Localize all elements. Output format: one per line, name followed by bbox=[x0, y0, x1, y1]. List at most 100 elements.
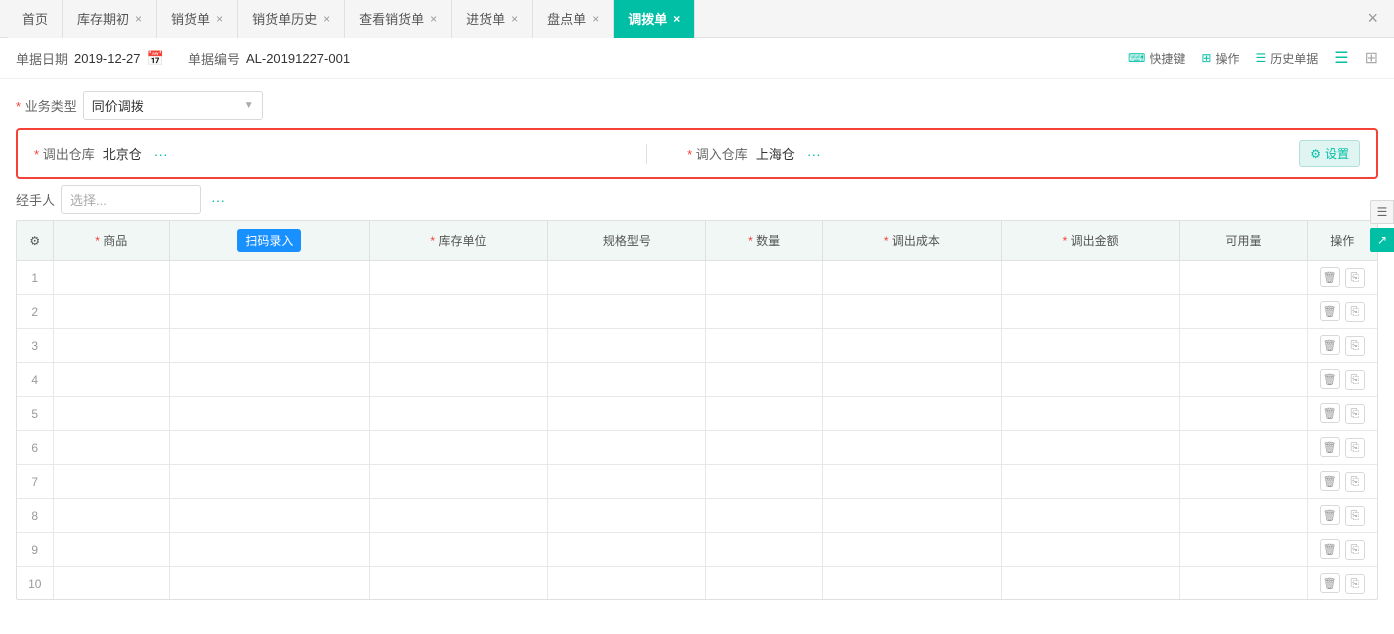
copy-icon-9[interactable]: ⎘ bbox=[1345, 540, 1365, 560]
close-inventory-check[interactable]: × bbox=[592, 12, 599, 26]
handler-more-btn[interactable]: ··· bbox=[211, 192, 225, 208]
layout-btn-list[interactable]: ☰ bbox=[1334, 48, 1348, 68]
tab-inventory-check[interactable]: 盘点单 × bbox=[533, 0, 614, 38]
gear-icon: ⚙ bbox=[1310, 147, 1321, 161]
cell-unit-4 bbox=[369, 363, 548, 397]
copy-icon-4[interactable]: ⎘ bbox=[1345, 370, 1365, 390]
right-panel-export-icon[interactable]: ↗ bbox=[1370, 228, 1394, 252]
tab-sales-history[interactable]: 销货单历史 × bbox=[238, 0, 345, 38]
cell-spec-9 bbox=[548, 533, 706, 567]
warehouse-divider bbox=[646, 144, 647, 164]
col-header-cost: * 调出成本 bbox=[822, 221, 1001, 261]
cell-unit-8 bbox=[369, 499, 548, 533]
cell-quantity-5 bbox=[706, 397, 823, 431]
cell-product-7[interactable] bbox=[53, 465, 170, 499]
delete-icon-9[interactable]: 🗑 bbox=[1320, 539, 1340, 559]
row-num-5: 5 bbox=[17, 397, 53, 431]
cell-product-6[interactable] bbox=[53, 431, 170, 465]
cell-unit-6 bbox=[369, 431, 548, 465]
copy-icon-8[interactable]: ⎘ bbox=[1345, 506, 1365, 526]
handler-select[interactable]: 选择... bbox=[61, 185, 201, 214]
delete-icon-6[interactable]: 🗑 bbox=[1320, 437, 1340, 457]
cell-amount-5 bbox=[1001, 397, 1180, 431]
delete-icon-2[interactable]: 🗑 bbox=[1320, 301, 1340, 321]
delete-icon-5[interactable]: 🗑 bbox=[1320, 403, 1340, 423]
warehouse-out-more-btn[interactable]: ··· bbox=[154, 146, 168, 162]
cell-product-5[interactable] bbox=[53, 397, 170, 431]
handler-field: 经手人 选择... ··· bbox=[16, 185, 225, 214]
cell-cost-6 bbox=[822, 431, 1001, 465]
tab-view-sales[interactable]: 查看销货单 × bbox=[345, 0, 452, 38]
copy-icon-7[interactable]: ⎘ bbox=[1345, 472, 1365, 492]
copy-icon-5[interactable]: ⎘ bbox=[1345, 404, 1365, 424]
delete-icon-7[interactable]: 🗑 bbox=[1320, 471, 1340, 491]
cell-scan-8 bbox=[170, 499, 369, 533]
copy-icon-6[interactable]: ⎘ bbox=[1345, 438, 1365, 458]
scan-btn[interactable]: 扫码录入 bbox=[237, 229, 301, 252]
delete-icon-4[interactable]: 🗑 bbox=[1320, 369, 1340, 389]
right-panel-list-icon[interactable]: ☰ bbox=[1370, 200, 1394, 224]
cell-product-9[interactable] bbox=[53, 533, 170, 567]
cell-available-1 bbox=[1180, 261, 1307, 295]
cell-amount-1 bbox=[1001, 261, 1180, 295]
warehouse-in-more-btn[interactable]: ··· bbox=[807, 146, 821, 162]
close-view-sales[interactable]: × bbox=[430, 12, 437, 26]
header-row: 单据日期 2019-12-27 📅 单据编号 AL-20191227-001 ⌨… bbox=[0, 38, 1394, 79]
warehouse-in-field: * 调入仓库 上海仓 ··· bbox=[687, 144, 1259, 163]
tab-home[interactable]: 首页 bbox=[8, 0, 63, 38]
cell-product-3[interactable] bbox=[53, 329, 170, 363]
copy-icon-3[interactable]: ⎘ bbox=[1345, 336, 1365, 356]
copy-icon-1[interactable]: ⎘ bbox=[1345, 268, 1365, 288]
cell-amount-9 bbox=[1001, 533, 1180, 567]
cell-actions-7: 🗑 ⎘ bbox=[1307, 465, 1377, 499]
cell-quantity-8 bbox=[706, 499, 823, 533]
cell-product-4[interactable] bbox=[53, 363, 170, 397]
delete-icon-8[interactable]: 🗑 bbox=[1320, 505, 1340, 525]
cell-unit-5 bbox=[369, 397, 548, 431]
tab-purchase-order[interactable]: 进货单 × bbox=[452, 0, 533, 38]
tab-sales-order[interactable]: 销货单 × bbox=[157, 0, 238, 38]
calendar-icon[interactable]: 📅 bbox=[147, 50, 164, 67]
history-btn[interactable]: ☰ 历史单据 bbox=[1255, 50, 1318, 67]
warehouse-out-field: * 调出仓库 北京仓 ··· bbox=[34, 144, 606, 163]
cell-product-1[interactable] bbox=[53, 261, 170, 295]
tab-inventory-init[interactable]: 库存期初 × bbox=[63, 0, 157, 38]
delete-icon-1[interactable]: 🗑 bbox=[1320, 267, 1340, 287]
business-type-select[interactable]: 同价调拨 ▼ bbox=[83, 91, 263, 120]
delete-icon-3[interactable]: 🗑 bbox=[1320, 335, 1340, 355]
close-sales-history[interactable]: × bbox=[323, 12, 330, 26]
table-settings-icon[interactable]: ⚙ bbox=[17, 221, 53, 261]
dropdown-arrow-icon: ▼ bbox=[244, 100, 254, 111]
layout-btn-grid[interactable]: ⊞ bbox=[1365, 48, 1378, 68]
shortcuts-btn[interactable]: ⌨ 快捷键 bbox=[1128, 50, 1185, 67]
business-type-label: * 业务类型 bbox=[16, 96, 77, 115]
cell-actions-6: 🗑 ⎘ bbox=[1307, 431, 1377, 465]
cell-scan-2 bbox=[170, 295, 369, 329]
cell-product-10[interactable] bbox=[53, 567, 170, 601]
right-panel: ☰ ↗ bbox=[1370, 200, 1394, 252]
cell-amount-4 bbox=[1001, 363, 1180, 397]
cell-product-2[interactable] bbox=[53, 295, 170, 329]
tab-transfer[interactable]: 调拨单 × bbox=[614, 0, 695, 38]
copy-icon-2[interactable]: ⎘ bbox=[1345, 302, 1365, 322]
close-sales-order[interactable]: × bbox=[216, 12, 223, 26]
operations-btn[interactable]: ⊞ 操作 bbox=[1201, 50, 1239, 67]
cell-amount-8 bbox=[1001, 499, 1180, 533]
cell-amount-2 bbox=[1001, 295, 1180, 329]
cell-product-8[interactable] bbox=[53, 499, 170, 533]
cell-spec-3 bbox=[548, 329, 706, 363]
close-inventory-init[interactable]: × bbox=[135, 12, 142, 26]
close-purchase-order[interactable]: × bbox=[511, 12, 518, 26]
close-transfer[interactable]: × bbox=[673, 12, 680, 26]
cell-scan-3 bbox=[170, 329, 369, 363]
delete-icon-10[interactable]: 🗑 bbox=[1320, 573, 1340, 593]
row-num-6: 6 bbox=[17, 431, 53, 465]
row-num-10: 10 bbox=[17, 567, 53, 601]
copy-icon-10[interactable]: ⎘ bbox=[1345, 574, 1365, 594]
close-all-tabs[interactable]: × bbox=[1359, 8, 1386, 29]
cell-spec-7 bbox=[548, 465, 706, 499]
warehouse-settings-btn[interactable]: ⚙ 设置 bbox=[1299, 140, 1360, 167]
col-header-product: * 商品 bbox=[53, 221, 170, 261]
cell-quantity-6 bbox=[706, 431, 823, 465]
row-num-4: 4 bbox=[17, 363, 53, 397]
